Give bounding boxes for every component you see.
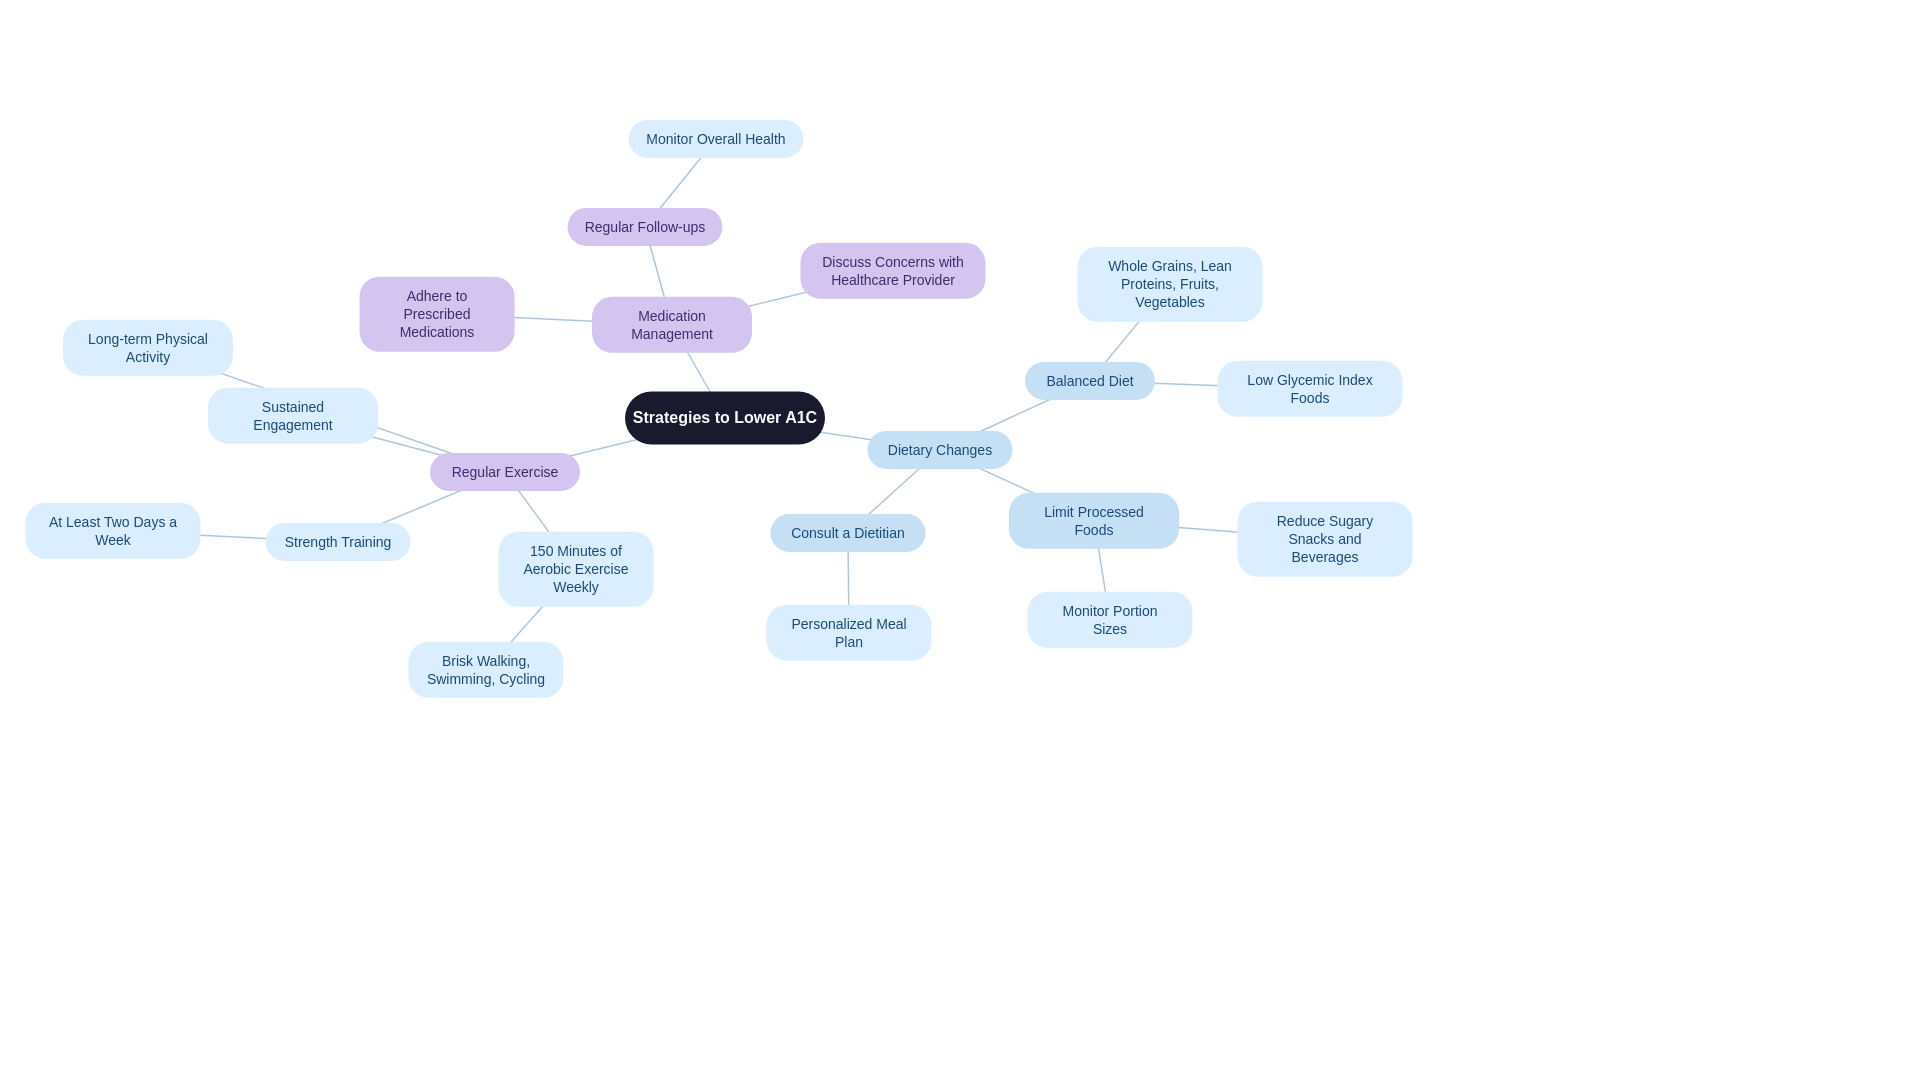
node-label-monitor_portion: Monitor Portion Sizes — [1044, 602, 1177, 638]
node-adhere_medications[interactable]: Adhere to Prescribed Medications — [360, 277, 515, 352]
node-regular_exercise[interactable]: Regular Exercise — [430, 453, 580, 491]
node-personalized_meal[interactable]: Personalized Meal Plan — [767, 605, 932, 661]
node-label-reduce_sugary: Reduce Sugary Snacks and Beverages — [1254, 512, 1397, 567]
node-dietary_changes[interactable]: Dietary Changes — [868, 431, 1013, 469]
node-label-adhere_medications: Adhere to Prescribed Medications — [376, 287, 499, 342]
node-label-brisk_walking: Brisk Walking, Swimming, Cycling — [425, 652, 548, 688]
node-label-dietary_changes: Dietary Changes — [888, 441, 992, 459]
node-center[interactable]: Strategies to Lower A1C — [625, 392, 825, 445]
node-label-balanced_diet: Balanced Diet — [1046, 372, 1133, 390]
node-label-whole_grains: Whole Grains, Lean Proteins, Fruits, Veg… — [1094, 257, 1247, 312]
node-balanced_diet[interactable]: Balanced Diet — [1025, 362, 1155, 400]
node-low_glycemic[interactable]: Low Glycemic Index Foods — [1218, 361, 1403, 417]
node-label-medication_management: Medication Management — [608, 307, 736, 343]
mindmap-container: Strategies to Lower A1C Medication Manage… — [0, 0, 1920, 1083]
node-strength_training[interactable]: Strength Training — [266, 523, 411, 561]
node-label-regular_followups: Regular Follow-ups — [585, 218, 706, 236]
node-regular_followups[interactable]: Regular Follow-ups — [568, 208, 723, 246]
node-label-long_term_activity: Long-term Physical Activity — [79, 330, 217, 366]
node-long_term_activity[interactable]: Long-term Physical Activity — [63, 320, 233, 376]
node-label-monitor_overall_health: Monitor Overall Health — [646, 130, 785, 148]
node-label-aerobic_exercise: 150 Minutes of Aerobic Exercise Weekly — [515, 542, 638, 597]
node-aerobic_exercise[interactable]: 150 Minutes of Aerobic Exercise Weekly — [499, 532, 654, 607]
node-label-center: Strategies to Lower A1C — [633, 408, 817, 429]
node-whole_grains[interactable]: Whole Grains, Lean Proteins, Fruits, Veg… — [1078, 247, 1263, 322]
node-at_least_two_days[interactable]: At Least Two Days a Week — [26, 503, 201, 559]
node-label-regular_exercise: Regular Exercise — [452, 463, 559, 481]
node-sustained_engagement[interactable]: Sustained Engagement — [208, 388, 378, 444]
node-label-low_glycemic: Low Glycemic Index Foods — [1234, 371, 1387, 407]
node-label-personalized_meal: Personalized Meal Plan — [783, 615, 916, 651]
node-label-sustained_engagement: Sustained Engagement — [224, 398, 362, 434]
node-label-consult_dietitian: Consult a Dietitian — [791, 524, 905, 542]
node-monitor_overall_health[interactable]: Monitor Overall Health — [629, 120, 804, 158]
node-discuss_concerns[interactable]: Discuss Concerns with Healthcare Provide… — [801, 243, 986, 299]
node-label-strength_training: Strength Training — [285, 533, 392, 551]
node-consult_dietitian[interactable]: Consult a Dietitian — [771, 514, 926, 552]
node-monitor_portion[interactable]: Monitor Portion Sizes — [1028, 592, 1193, 648]
node-label-discuss_concerns: Discuss Concerns with Healthcare Provide… — [817, 253, 970, 289]
node-brisk_walking[interactable]: Brisk Walking, Swimming, Cycling — [409, 642, 564, 698]
node-reduce_sugary[interactable]: Reduce Sugary Snacks and Beverages — [1238, 502, 1413, 577]
node-limit_processed[interactable]: Limit Processed Foods — [1009, 493, 1179, 549]
node-medication_management[interactable]: Medication Management — [592, 297, 752, 353]
node-label-limit_processed: Limit Processed Foods — [1025, 503, 1163, 539]
node-label-at_least_two_days: At Least Two Days a Week — [42, 513, 185, 549]
